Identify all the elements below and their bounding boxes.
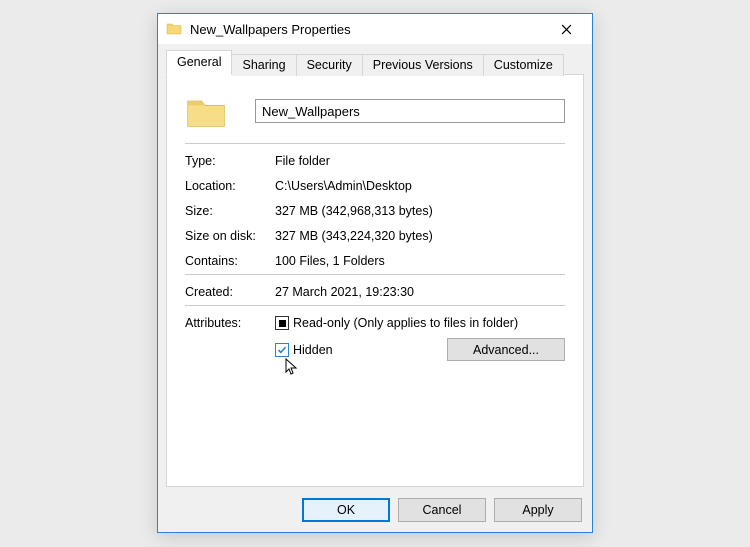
- tab-customize[interactable]: Customize: [484, 54, 564, 76]
- value-size-on-disk: 327 MB (343,224,320 bytes): [275, 229, 565, 243]
- advanced-button[interactable]: Advanced...: [447, 338, 565, 361]
- label-location: Location:: [185, 179, 275, 193]
- readonly-label: Read-only (Only applies to files in fold…: [293, 316, 518, 330]
- tab-strip: General Sharing Security Previous Versio…: [166, 50, 584, 75]
- separator: [185, 143, 565, 144]
- label-contains: Contains:: [185, 254, 275, 268]
- separator: [185, 274, 565, 275]
- value-created: 27 March 2021, 19:23:30: [275, 285, 565, 299]
- label-size: Size:: [185, 204, 275, 218]
- dialog-button-bar: OK Cancel Apply: [158, 488, 592, 532]
- cancel-button[interactable]: Cancel: [398, 498, 486, 522]
- label-created: Created:: [185, 285, 275, 299]
- tab-previous-versions[interactable]: Previous Versions: [363, 54, 484, 76]
- value-type: File folder: [275, 154, 565, 168]
- ok-button[interactable]: OK: [302, 498, 390, 522]
- label-attributes: Attributes:: [185, 316, 275, 330]
- tab-panel-general: Type: File folder Location: C:\Users\Adm…: [166, 74, 584, 487]
- apply-button[interactable]: Apply: [494, 498, 582, 522]
- hidden-label: Hidden: [293, 343, 333, 357]
- label-size-on-disk: Size on disk:: [185, 229, 275, 243]
- value-contains: 100 Files, 1 Folders: [275, 254, 565, 268]
- cursor-icon: [285, 358, 299, 376]
- tab-sharing[interactable]: Sharing: [232, 54, 296, 76]
- tab-security[interactable]: Security: [297, 54, 363, 76]
- dialog-body: General Sharing Security Previous Versio…: [158, 44, 592, 488]
- value-location: C:\Users\Admin\Desktop: [275, 179, 565, 193]
- tab-general[interactable]: General: [166, 50, 232, 75]
- folder-name-input[interactable]: [255, 99, 565, 123]
- label-type: Type:: [185, 154, 275, 168]
- properties-dialog: New_Wallpapers Properties General Sharin…: [157, 13, 593, 533]
- title-bar: New_Wallpapers Properties: [158, 14, 592, 44]
- hidden-checkbox[interactable]: [275, 343, 289, 357]
- folder-icon: [166, 21, 182, 37]
- separator: [185, 305, 565, 306]
- folder-large-icon: [185, 91, 227, 131]
- close-button[interactable]: [546, 15, 586, 43]
- readonly-checkbox[interactable]: [275, 316, 289, 330]
- value-size: 327 MB (342,968,313 bytes): [275, 204, 565, 218]
- window-title: New_Wallpapers Properties: [190, 22, 546, 37]
